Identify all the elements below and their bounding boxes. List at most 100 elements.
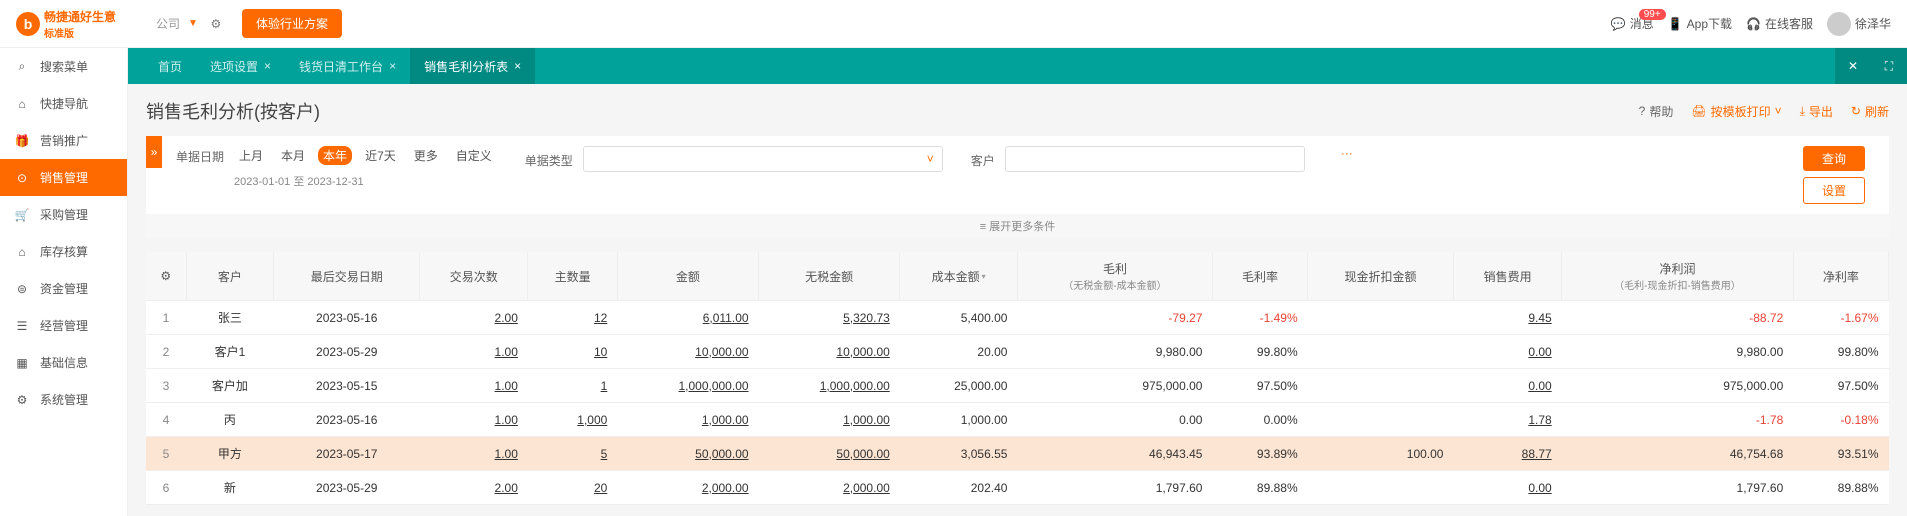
col-expense[interactable]: 销售费用	[1453, 252, 1561, 301]
tab-2[interactable]: 钱货日清工作台×	[285, 48, 410, 84]
col-gross-rate[interactable]: 毛利率	[1212, 252, 1307, 301]
tab-0[interactable]: 首页	[144, 48, 196, 84]
cell-notax[interactable]: 50,000.00	[759, 437, 900, 471]
cell-qty[interactable]: 10	[528, 335, 617, 369]
sidebar-item-label: 采购管理	[40, 206, 88, 223]
table-row[interactable]: 5甲方2023-05-171.00550,000.0050,000.003,05…	[146, 437, 1889, 471]
cell-qty[interactable]: 1,000	[528, 403, 617, 437]
col-net-rate[interactable]: 净利率	[1793, 252, 1888, 301]
cell-amount[interactable]: 1,000.00	[617, 403, 758, 437]
settings-icon[interactable]: ⚙	[202, 10, 230, 38]
cell-amount[interactable]: 6,011.00	[617, 301, 758, 335]
messages-link[interactable]: 💬 消息 99+	[1611, 15, 1654, 32]
col-count[interactable]: 交易次数	[420, 252, 528, 301]
company-selector[interactable]: 公司 ▼	[156, 15, 198, 32]
cell-count[interactable]: 1.00	[420, 403, 528, 437]
col-amount[interactable]: 金额	[617, 252, 758, 301]
tab-1[interactable]: 选项设置×	[196, 48, 285, 84]
print-action[interactable]: 🖨按模板打印 ˅	[1691, 103, 1781, 120]
col-net[interactable]: 净利润（毛利-现金折扣-销售费用）	[1562, 252, 1794, 301]
sidebar-item-8[interactable]: ▦基础信息	[0, 344, 127, 381]
date-chip[interactable]: 自定义	[451, 146, 497, 165]
date-chip[interactable]: 近7天	[360, 146, 401, 165]
cell-count[interactable]: 2.00	[420, 471, 528, 505]
filter-settings-button[interactable]: 设置	[1803, 177, 1865, 204]
cell-net: -88.72	[1562, 301, 1794, 335]
close-icon[interactable]: ×	[264, 59, 271, 73]
close-icon[interactable]: ×	[389, 59, 396, 73]
table-row[interactable]: 2客户12023-05-291.001010,000.0010,000.0020…	[146, 335, 1889, 369]
cell-count[interactable]: 2.00	[420, 301, 528, 335]
cell-notax[interactable]: 2,000.00	[759, 471, 900, 505]
export-action[interactable]: ⤓导出	[1800, 103, 1833, 120]
cell-amount[interactable]: 10,000.00	[617, 335, 758, 369]
more-filters-link[interactable]: ···	[1341, 146, 1353, 160]
date-chip[interactable]: 更多	[409, 146, 443, 165]
cell-expense[interactable]: 0.00	[1453, 335, 1561, 369]
logo-icon: b	[16, 12, 40, 36]
customer-select[interactable]	[1005, 146, 1305, 172]
col-qty[interactable]: 主数量	[528, 252, 617, 301]
help-action[interactable]: ?帮助	[1639, 103, 1674, 120]
cell-expense[interactable]: 0.00	[1453, 369, 1561, 403]
cell-qty[interactable]: 1	[528, 369, 617, 403]
cell-count[interactable]: 1.00	[420, 437, 528, 471]
date-chip[interactable]: 本年	[318, 146, 352, 165]
cell-amount[interactable]: 1,000,000.00	[617, 369, 758, 403]
cell-qty[interactable]: 5	[528, 437, 617, 471]
date-chip[interactable]: 本月	[276, 146, 310, 165]
col-gross[interactable]: 毛利（无税金额-成本金额）	[1017, 252, 1212, 301]
cell-qty[interactable]: 12	[528, 301, 617, 335]
sidebar-item-6[interactable]: ⊜资金管理	[0, 270, 127, 307]
cell-notax[interactable]: 10,000.00	[759, 335, 900, 369]
col-cost[interactable]: 成本金额▾	[900, 252, 1018, 301]
cell-date: 2023-05-29	[274, 471, 420, 505]
user-menu[interactable]: 徐泽华	[1827, 12, 1891, 36]
collapse-filter-button[interactable]: »	[146, 136, 162, 168]
table-row[interactable]: 1张三2023-05-162.00126,011.005,320.735,400…	[146, 301, 1889, 335]
close-tab-button[interactable]: ✕	[1835, 48, 1871, 84]
support-link[interactable]: 🎧 在线客服	[1746, 15, 1813, 32]
sidebar-item-5[interactable]: ⌂库存核算	[0, 233, 127, 270]
gear-header[interactable]: ⚙	[146, 252, 186, 301]
sidebar-item-2[interactable]: 🎁营销推广	[0, 122, 127, 159]
sidebar-item-9[interactable]: ⚙系统管理	[0, 381, 127, 418]
cell-notax[interactable]: 5,320.73	[759, 301, 900, 335]
expand-filters-toggle[interactable]: ≡ 展开更多条件	[146, 214, 1889, 238]
type-select[interactable]: ˅	[583, 146, 943, 172]
col-discount[interactable]: 现金折扣金额	[1308, 252, 1454, 301]
cell-expense[interactable]: 0.00	[1453, 471, 1561, 505]
cell-amount[interactable]: 50,000.00	[617, 437, 758, 471]
sidebar-item-0[interactable]: ⌕搜索菜单	[0, 48, 127, 85]
table-row[interactable]: 3客户加2023-05-151.0011,000,000.001,000,000…	[146, 369, 1889, 403]
cell-count[interactable]: 1.00	[420, 369, 528, 403]
expand-tab-button[interactable]: ⛶	[1871, 48, 1907, 84]
cell-qty[interactable]: 20	[528, 471, 617, 505]
cell-notax[interactable]: 1,000,000.00	[759, 369, 900, 403]
download-link[interactable]: 📱 App下载	[1668, 15, 1732, 32]
col-last-date[interactable]: 最后交易日期	[274, 252, 420, 301]
tab-3[interactable]: 销售毛利分析表×	[410, 48, 535, 84]
page-header: 销售毛利分析(按客户) ?帮助 🖨按模板打印 ˅ ⤓导出 ↻刷新	[146, 98, 1889, 124]
try-industry-button[interactable]: 体验行业方案	[242, 9, 342, 38]
cell-expense[interactable]: 88.77	[1453, 437, 1561, 471]
table-row[interactable]: 4丙2023-05-161.001,0001,000.001,000.001,0…	[146, 403, 1889, 437]
col-notax[interactable]: 无税金额	[759, 252, 900, 301]
cell-count[interactable]: 1.00	[420, 335, 528, 369]
cell-notax[interactable]: 1,000.00	[759, 403, 900, 437]
cell-expense[interactable]: 1.78	[1453, 403, 1561, 437]
query-button[interactable]: 查询	[1803, 146, 1865, 171]
page-content: 销售毛利分析(按客户) ?帮助 🖨按模板打印 ˅ ⤓导出 ↻刷新 » 单据日期 …	[128, 84, 1907, 516]
cell-expense[interactable]: 9.45	[1453, 301, 1561, 335]
cell-amount[interactable]: 2,000.00	[617, 471, 758, 505]
sidebar-item-7[interactable]: ☰经营管理	[0, 307, 127, 344]
date-chip[interactable]: 上月	[234, 146, 268, 165]
col-customer[interactable]: 客户	[186, 252, 274, 301]
sidebar-item-4[interactable]: 🛒采购管理	[0, 196, 127, 233]
sidebar-item-1[interactable]: ⌂快捷导航	[0, 85, 127, 122]
table-row[interactable]: 6新2023-05-292.00202,000.002,000.00202.40…	[146, 471, 1889, 505]
cell-customer: 客户1	[186, 335, 274, 369]
close-icon[interactable]: ×	[514, 59, 521, 73]
refresh-action[interactable]: ↻刷新	[1851, 103, 1889, 120]
sidebar-item-3[interactable]: ⊙销售管理	[0, 159, 127, 196]
